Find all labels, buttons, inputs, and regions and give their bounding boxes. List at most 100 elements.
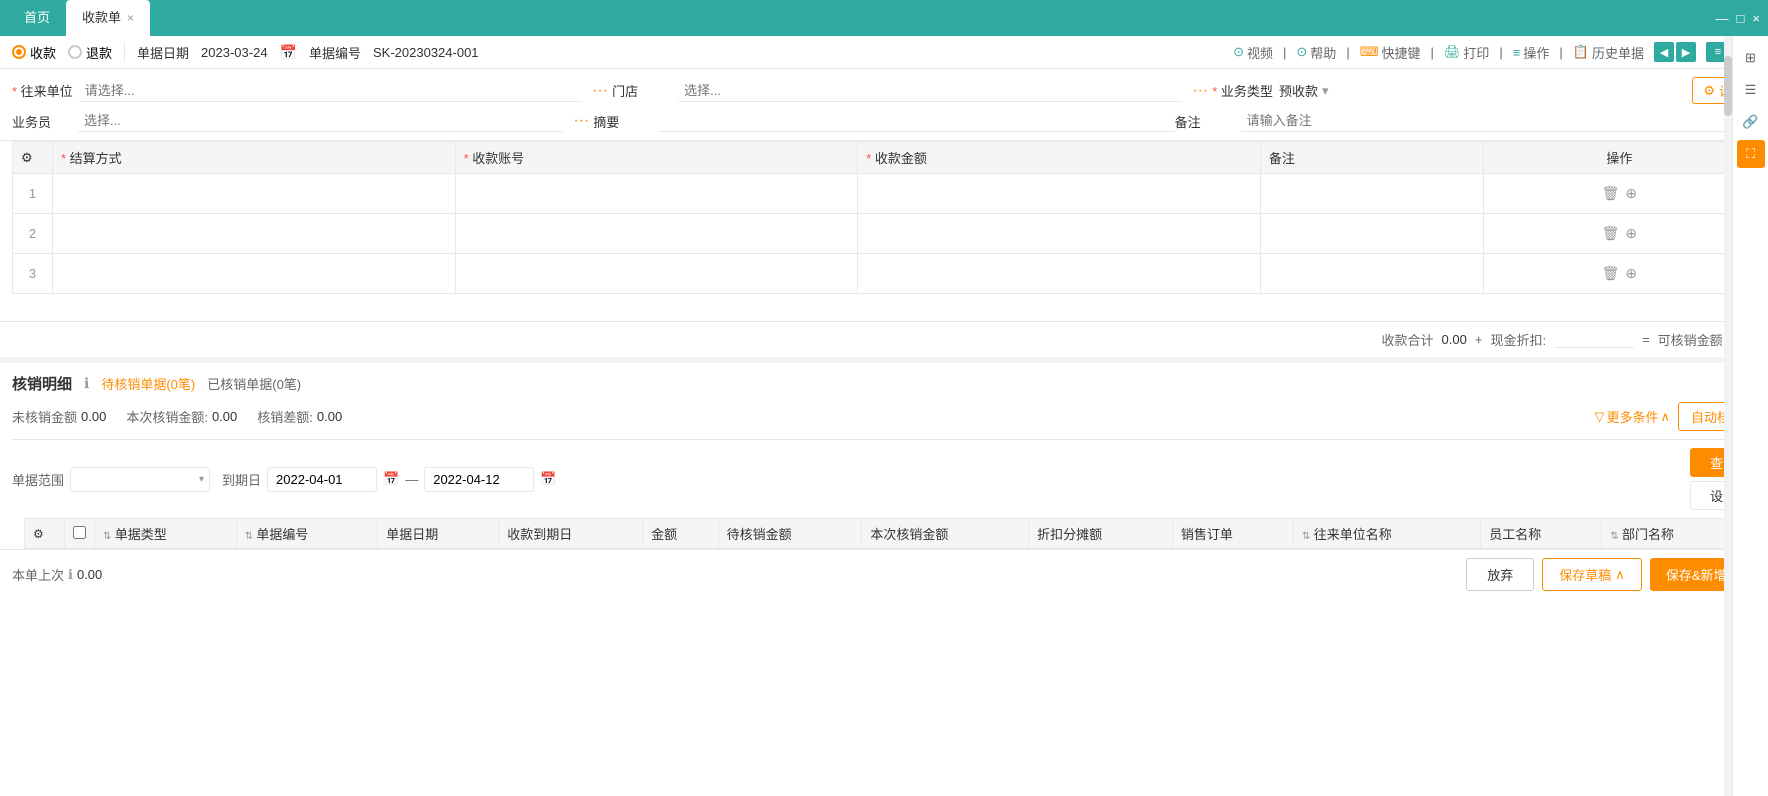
business-type-arrow[interactable]: ▾ [1322,83,1329,99]
draft-btn[interactable]: 保存草稿 ∧ [1542,558,1642,591]
shortcut-label: 快捷键 [1381,43,1420,62]
row-1-settlement[interactable] [53,174,456,214]
vth-date: 单据日期 [378,519,499,549]
row-2-settlement[interactable] [53,214,456,254]
store-more[interactable]: ··· [1188,82,1212,100]
tab-home[interactable]: 首页 [8,0,66,36]
due-date-label: 到期日 [222,470,261,489]
counterpart-input[interactable] [79,80,582,102]
row-3-amount[interactable] [858,254,1261,294]
date-filter: 到期日 📅 — 📅 [222,467,556,492]
scroll-thumb[interactable] [1724,56,1732,116]
info-icon[interactable]: ℹ [84,375,89,392]
right-attach-btn[interactable]: 🔗 [1737,108,1765,136]
form-row-2: 业务员 ··· 摘要 备注 [12,110,1756,132]
right-expand-btn[interactable]: ⛶ [1737,140,1765,168]
row-1-copy-icon[interactable]: ⊕ [1625,185,1637,202]
summary-input[interactable] [659,110,1174,132]
cal-to-icon[interactable]: 📅 [540,471,556,487]
close-btn[interactable]: × [1752,11,1760,26]
history-btn[interactable]: 📋 历史单据 [1573,43,1644,62]
discount-input[interactable] [1554,332,1634,348]
unchecked-label: 未核销金额 [12,407,77,426]
discount-label: 现金折扣: [1490,330,1546,349]
radio-receipt[interactable]: 收款 [12,43,56,62]
radio-refund[interactable]: 退款 [68,43,112,62]
vth-settings[interactable]: ⚙ [25,519,65,549]
row-3-account[interactable] [455,254,858,294]
operation-btn[interactable]: ≡ 操作 [1513,43,1550,62]
top-toolbar: 收款 退款 单据日期 2023-03-24 📅 单据编号 SK-20230324… [0,36,1768,69]
footer: 本单上次 ℹ 0.00 放弃 保存草稿 ∧ 保存&新增 ∧ [0,549,1768,599]
maximize-btn[interactable]: □ [1737,11,1745,26]
staff-more[interactable]: ··· [569,112,593,130]
filter-row: 单据范围 ▾ 到期日 📅 — 📅 查询 设置 [12,439,1756,518]
row-2-copy-icon[interactable]: ⊕ [1625,225,1637,242]
right-table-btn[interactable]: ⊞ [1737,44,1765,72]
row-3-settlement[interactable] [53,254,456,294]
next-arrow[interactable]: ▶ [1676,42,1696,62]
right-list-icon: ☰ [1745,82,1757,98]
row-2-account[interactable] [455,214,858,254]
row-3-index: 3 [13,254,53,294]
number-value: SK-20230324-001 [373,45,479,60]
row-3-delete-icon[interactable]: 🗑 [1602,265,1620,282]
tab-close[interactable]: × [127,0,134,36]
footer-value: 0.00 [77,567,102,582]
net-label: 可核销金额 [1658,330,1723,349]
vth-current: 本次核销金额 [862,519,1029,549]
right-list-btn[interactable]: ☰ [1737,76,1765,104]
row-3-copy-icon[interactable]: ⊕ [1625,265,1637,282]
pending-tab[interactable]: 待核销单据(0笔) [101,374,195,393]
row-2-amount[interactable] [858,214,1261,254]
vth-type: ⇅ 单据类型 [95,519,237,549]
minimize-btn[interactable]: — [1716,11,1729,26]
video-btn[interactable]: ⊙ 视频 [1233,43,1273,62]
vth-discount: 折扣分摊额 [1029,519,1173,549]
range-select[interactable] [70,467,210,492]
th-settlement: 结算方式 [53,142,456,174]
discard-btn[interactable]: 放弃 [1466,558,1534,591]
shortcut-btn[interactable]: ⌨ 快捷键 [1360,43,1421,62]
scrollbar[interactable] [1724,36,1732,796]
remark-input[interactable] [1241,110,1756,132]
radio-refund-circle [68,45,82,59]
operation-icon: ≡ [1513,45,1521,60]
select-all-checkbox[interactable] [73,526,86,539]
row-1-remark[interactable] [1260,174,1483,214]
counterpart-more[interactable]: ··· [588,82,612,100]
row-2-remark[interactable] [1260,214,1483,254]
date-to-input[interactable] [424,467,534,492]
business-type-select: 预收款 ▾ [1279,81,1692,100]
draft-arrow-icon: ∧ [1615,567,1625,583]
th-remark: 备注 [1260,142,1483,174]
print-btn[interactable]: 🖨 打印 [1444,43,1490,62]
verification-table-header: ⚙ ⇅ 单据类型 ⇅ 单据编号 单据日期 收款到期日 金额 待核销金额 本次核销… [25,519,1744,549]
calendar-icon[interactable]: 📅 [280,44,297,61]
filter-icon: ▽ [1594,409,1604,425]
tab-bar: 首页 收款单 × — □ × [0,0,1768,36]
store-input[interactable] [678,80,1182,102]
row-1-amount[interactable] [858,174,1261,214]
cal-from-icon[interactable]: 📅 [383,471,399,487]
receipt-table: ⚙ 结算方式 收款账号 收款金额 备注 操作 1 � [12,141,1756,294]
row-1-account[interactable] [455,174,858,214]
footer-info-icon[interactable]: ℹ [68,567,73,583]
row-2-actions: 🗑 ⊕ [1483,214,1755,254]
done-tab[interactable]: 已核销单据(0笔) [207,374,301,393]
row-3-remark[interactable] [1260,254,1483,294]
th-settings[interactable]: ⚙ [13,142,53,174]
vth-number: ⇅ 单据编号 [236,519,378,549]
row-1-delete-icon[interactable]: 🗑 [1602,185,1620,202]
vth-due-date: 收款到期日 [499,519,643,549]
row-2-delete-icon[interactable]: 🗑 [1602,225,1620,242]
table-row: 3 🗑 ⊕ [13,254,1756,294]
date-from-input[interactable] [267,467,377,492]
staff-input[interactable] [78,110,563,132]
diff-label: 核销差额: [257,407,313,426]
divider-1 [124,42,125,62]
tab-receipt[interactable]: 收款单 × [66,0,150,36]
help-btn[interactable]: ⊙ 帮助 [1296,43,1336,62]
more-conditions-link[interactable]: ▽ 更多条件 ∧ [1594,407,1670,426]
prev-arrow[interactable]: ◀ [1654,42,1674,62]
